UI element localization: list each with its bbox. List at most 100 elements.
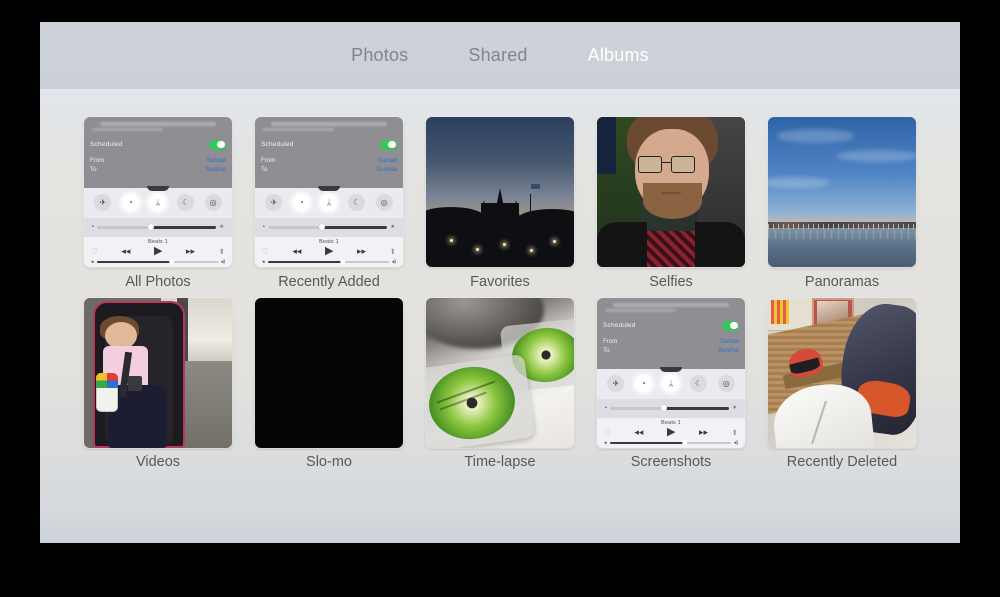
album-item-time-lapse[interactable]: Time-lapse (426, 298, 574, 470)
album-thumbnail[interactable] (597, 117, 745, 267)
brightness-high-icon: ☀ (391, 224, 395, 230)
album-label: Panoramas (768, 274, 916, 290)
wifi-icon[interactable]: ◔ (293, 194, 310, 211)
play-icon[interactable]: ▶ (325, 246, 333, 257)
volume-slider[interactable]: ◂ ◂) (255, 257, 403, 265)
album-label: Recently Deleted (768, 454, 916, 470)
airplay-icon[interactable]: ⬆ (732, 429, 738, 437)
now-playing-panel: Beats 1 ♡ ◂◂ ▶ ▸▸ ⬆ ◂ ◂) (84, 237, 232, 267)
airplane-mode-icon[interactable]: ✈ (607, 375, 624, 392)
from-value: Sunset (207, 157, 226, 164)
rewind-icon[interactable]: ◂◂ (121, 247, 130, 256)
do-not-disturb-icon[interactable]: ☾ (348, 194, 365, 211)
to-label: To (603, 347, 617, 354)
album-thumbnail[interactable] (426, 117, 574, 267)
album-label: Recently Added (255, 274, 403, 290)
drag-handle[interactable] (660, 367, 682, 372)
brightness-slider[interactable]: • ☀ (84, 218, 232, 238)
blurred-text-line (605, 309, 676, 312)
brightness-low-icon: • (605, 405, 607, 411)
album-thumbnail[interactable] (768, 298, 916, 448)
album-item-selfies[interactable]: Selfies (597, 117, 745, 290)
scheduled-toggle[interactable] (380, 140, 397, 150)
do-not-disturb-icon[interactable]: ☾ (177, 194, 194, 211)
tab-photos[interactable]: Photos (345, 43, 414, 68)
favorite-icon[interactable]: ♡ (262, 248, 269, 256)
volume-slider[interactable]: ◂ ◂) (84, 257, 232, 265)
fast-forward-icon[interactable]: ▸▸ (699, 428, 708, 437)
album-item-recently-added[interactable]: Scheduled From To Sunset Sunri (255, 117, 403, 290)
album-item-favorites[interactable]: Favorites (426, 117, 574, 290)
scheduled-toggle[interactable] (209, 140, 226, 150)
brightness-low-icon: • (92, 224, 94, 230)
from-label: From (90, 157, 104, 164)
album-thumbnail[interactable] (426, 298, 574, 448)
now-playing-panel: Beats 1 ♡ ◂◂ ▶ ▸▸ ⬆ ◂ ◂) (597, 418, 745, 448)
bluetooth-icon[interactable]: ᛦ (662, 375, 679, 392)
to-label: To (90, 166, 104, 173)
album-item-screenshots[interactable]: Scheduled From To Sunset Sunri (597, 298, 745, 470)
drag-handle[interactable] (147, 186, 169, 191)
screen-mirroring-icon[interactable]: ◎ (376, 194, 393, 211)
play-icon[interactable]: ▶ (667, 427, 675, 438)
rewind-icon[interactable]: ◂◂ (634, 428, 643, 437)
screen-mirroring-icon[interactable]: ◎ (718, 375, 735, 392)
wifi-icon[interactable]: ◔ (122, 194, 139, 211)
volume-high-icon: ◂) (392, 259, 396, 265)
airplane-mode-icon[interactable]: ✈ (94, 194, 111, 211)
rewind-icon[interactable]: ◂◂ (292, 247, 301, 256)
play-icon[interactable]: ▶ (154, 246, 162, 257)
fast-forward-icon[interactable]: ▸▸ (186, 247, 195, 256)
player-controls: ♡ ◂◂ ▶ ▸▸ ⬆ (255, 245, 403, 257)
night-shift-panel: Scheduled From To Sunset Sunri (84, 117, 232, 188)
to-value: Sunrise (205, 166, 226, 173)
brightness-slider[interactable]: • ☀ (255, 218, 403, 238)
tab-albums[interactable]: Albums (582, 43, 655, 68)
scheduled-row: Scheduled (603, 321, 739, 331)
from-to-row: From To Sunset Sunrise (603, 338, 739, 354)
scheduled-toggle[interactable] (722, 321, 739, 331)
brightness-low-icon: • (263, 224, 265, 230)
brightness-slider[interactable]: • ☀ (597, 399, 745, 419)
toddler-in-car-seat-photo (84, 298, 232, 448)
album-item-recently-deleted[interactable]: Recently Deleted (768, 298, 916, 470)
scheduled-row: Scheduled (261, 140, 397, 150)
album-thumbnail[interactable]: Scheduled From To Sunset Sunri (84, 117, 232, 267)
now-playing-panel: Beats 1 ♡ ◂◂ ▶ ▸▸ ⬆ ◂ ◂) (255, 237, 403, 267)
album-item-slo-mo[interactable]: Slo-mo (255, 298, 403, 470)
fast-forward-icon[interactable]: ▸▸ (357, 247, 366, 256)
volume-slider[interactable]: ◂ ◂) (597, 438, 745, 446)
album-thumbnail[interactable]: Scheduled From To Sunset Sunri (255, 117, 403, 267)
shoes-on-mat-photo (768, 298, 916, 448)
album-thumbnail[interactable] (768, 117, 916, 267)
airplay-icon[interactable]: ⬆ (390, 248, 396, 256)
bluetooth-icon[interactable]: ᛦ (320, 194, 337, 211)
tab-shared[interactable]: Shared (462, 43, 533, 68)
screen-mirroring-icon[interactable]: ◎ (205, 194, 222, 211)
album-thumbnail[interactable]: Scheduled From To Sunset Sunri (597, 298, 745, 448)
airplay-icon[interactable]: ⬆ (219, 248, 225, 256)
to-label: To (261, 166, 275, 173)
wifi-icon[interactable]: ◔ (635, 375, 652, 392)
brightness-high-icon: ☀ (733, 405, 737, 411)
drag-handle[interactable] (318, 186, 340, 191)
favorite-icon[interactable]: ♡ (604, 429, 611, 437)
control-center-screenshot-image: Scheduled From To Sunset Sunri (255, 117, 403, 267)
top-tab-bar: Photos Shared Albums (40, 22, 960, 89)
albums-content-area: Scheduled From To Sunset Sunri (40, 89, 960, 543)
connectivity-toggles-row: ✈ ◔ ᛦ ☾ ◎ (84, 188, 232, 218)
album-item-panoramas[interactable]: Panoramas (768, 117, 916, 290)
airplane-mode-icon[interactable]: ✈ (265, 194, 282, 211)
scheduled-label: Scheduled (90, 141, 123, 148)
album-label: Time-lapse (426, 454, 574, 470)
bluetooth-icon[interactable]: ᛦ (149, 194, 166, 211)
album-thumbnail[interactable] (255, 298, 403, 448)
favorite-icon[interactable]: ♡ (91, 248, 98, 256)
scheduled-label: Scheduled (603, 322, 636, 329)
album-item-all-photos[interactable]: Scheduled From To Sunset Sunri (84, 117, 232, 290)
do-not-disturb-icon[interactable]: ☾ (690, 375, 707, 392)
album-label: Slo-mo (255, 454, 403, 470)
album-label: Favorites (426, 274, 574, 290)
album-item-videos[interactable]: Videos (84, 298, 232, 470)
album-thumbnail[interactable] (84, 298, 232, 448)
